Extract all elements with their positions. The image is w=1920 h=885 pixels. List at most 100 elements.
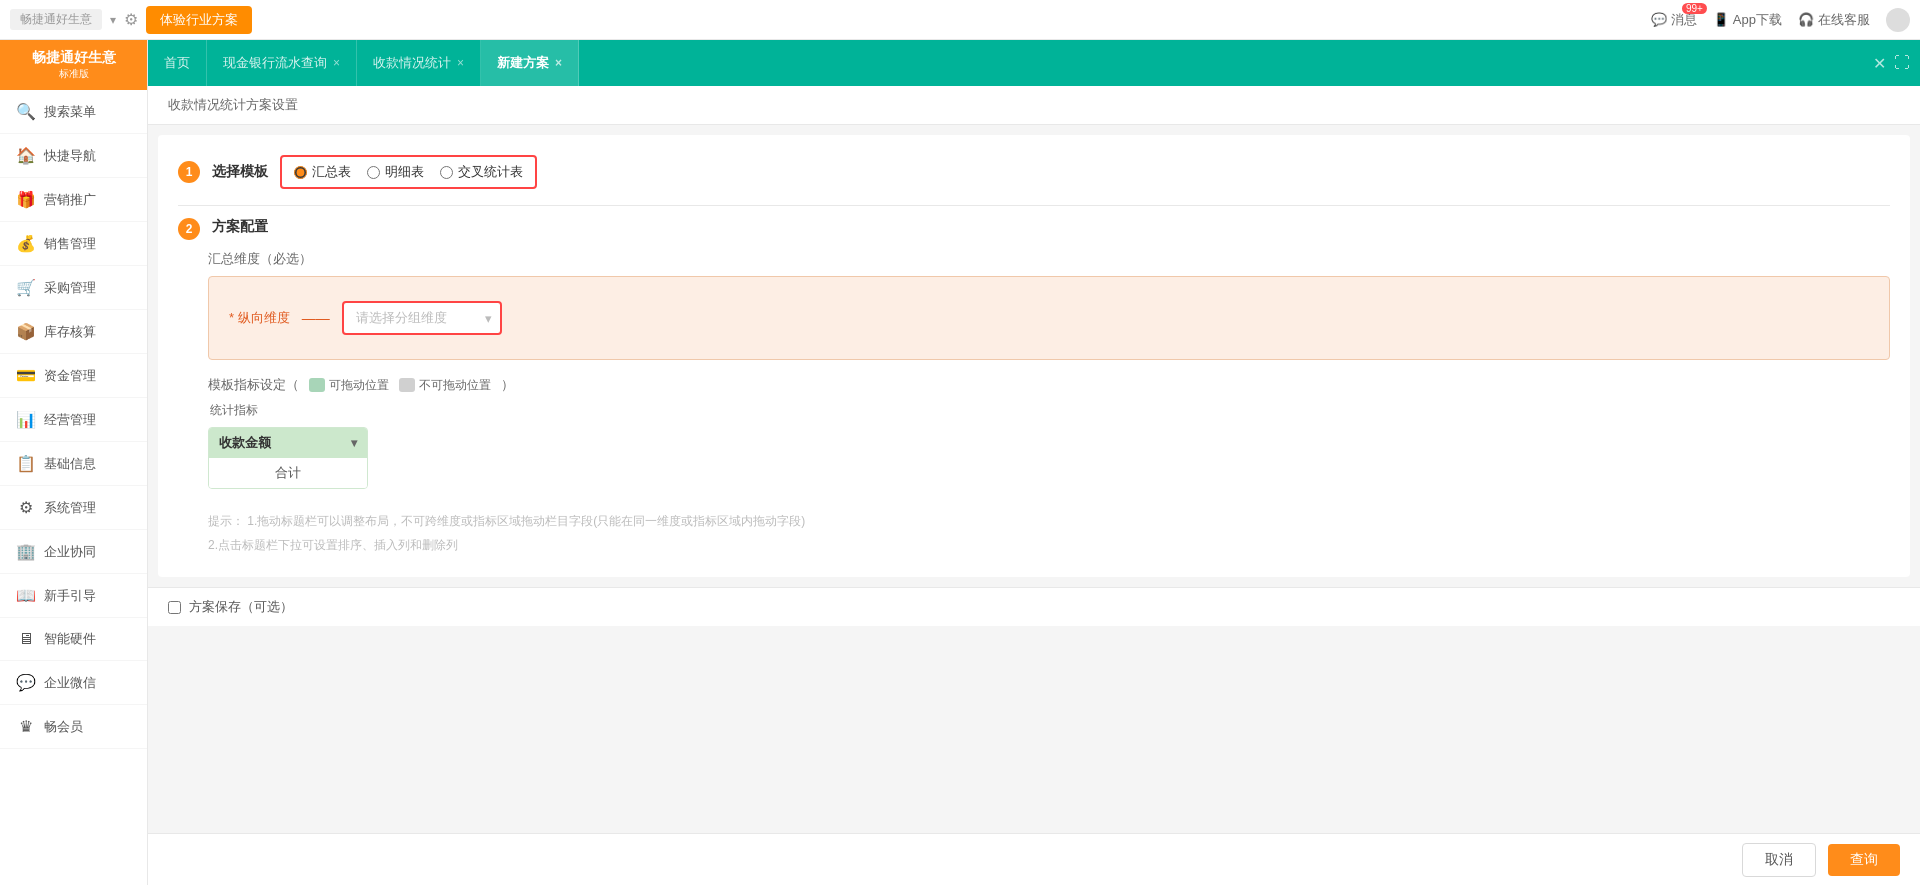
tab-home-label: 首页 [164,54,190,72]
sidebar-item-finance[interactable]: 💳 资金管理 [0,354,147,398]
sidebar-item-base-info[interactable]: 📋 基础信息 [0,442,147,486]
search-menu-icon: 🔍 [16,102,36,121]
sidebar-item-label: 库存核算 [44,323,96,341]
tab-new-plan-close-icon[interactable]: × [555,56,562,70]
corp-icon: 🏢 [16,542,36,561]
sidebar-item-corp[interactable]: 🏢 企业协同 [0,530,147,574]
tab-cashflow-close-icon[interactable]: × [333,56,340,70]
app-download-btn[interactable]: 📱 App下载 [1713,11,1782,29]
message-badge: 99+ [1682,3,1707,14]
sidebar-item-label: 基础信息 [44,455,96,473]
sidebar-item-quick-nav[interactable]: 🏠 快捷导航 [0,134,147,178]
sidebar-item-purchase[interactable]: 🛒 采购管理 [0,266,147,310]
gear-icon[interactable]: ⚙ [124,10,138,29]
avatar[interactable] [1886,8,1910,32]
stat-col-header: 收款金额 [219,434,271,452]
legend-draggable-label: 可拖动位置 [329,377,389,394]
save-row: 方案保存（可选） [148,587,1920,626]
sidebar-item-label: 营销推广 [44,191,96,209]
radio-jiaocha[interactable]: 交叉统计表 [440,163,523,181]
tab-receipt-label: 收款情况统计 [373,54,451,72]
vertical-dim-label: * 纵向维度 [229,309,290,327]
sidebar-item-label: 企业微信 [44,674,96,692]
system-icon: ⚙ [16,498,36,517]
sidebar-item-operation[interactable]: 📊 经营管理 [0,398,147,442]
sidebar-item-hardware[interactable]: 🖥 智能硬件 [0,618,147,661]
main-area: 首页 现金银行流水查询 × 收款情况统计 × 新建方案 × ✕ ⛶ 收 [148,40,1920,885]
step2-row: 2 方案配置 [178,218,1890,240]
step1-row: 1 选择模板 汇总表 明细表 交叉统计表 [178,155,1890,189]
sidebar-item-marketing[interactable]: 🎁 营销推广 [0,178,147,222]
sidebar-item-guide[interactable]: 📖 新手引导 [0,574,147,618]
sidebar-item-label: 销售管理 [44,235,96,253]
sidebar-item-sales[interactable]: 💰 销售管理 [0,222,147,266]
tab-cashflow[interactable]: 现金银行流水查询 × [207,40,357,86]
sidebar-item-inventory[interactable]: 📦 库存核算 [0,310,147,354]
tab-bar-actions: ✕ ⛶ [1873,54,1920,73]
tab-new-plan[interactable]: 新建方案 × [481,40,579,86]
dimension-title: 汇总维度（必选） [208,250,1890,268]
sidebar-item-system[interactable]: ⚙ 系统管理 [0,486,147,530]
save-checkbox-label: 方案保存（可选） [189,598,293,616]
sidebar-logo: 畅捷通好生意 标准版 [0,40,147,90]
tab-receipt-stat[interactable]: 收款情况统计 × [357,40,481,86]
radio-huizong-label: 汇总表 [312,163,351,181]
radio-mingxi-input[interactable] [367,166,380,179]
sidebar-item-label: 畅会员 [44,718,83,736]
sales-icon: 💰 [16,234,36,253]
radio-huizong-input[interactable] [294,166,307,179]
form-section: 1 选择模板 汇总表 明细表 交叉统计表 [158,135,1910,577]
tip-1: 提示： 1.拖动标题栏可以调整布局，不可跨维度或指标区域拖动栏目字段(只能在同一… [208,509,1890,533]
legend-static-box [399,378,415,392]
step1-num: 1 [178,161,200,183]
radio-mingxi-label: 明细表 [385,163,424,181]
sidebar-item-member[interactable]: ♛ 畅会员 [0,705,147,749]
tab-home[interactable]: 首页 [148,40,207,86]
stat-dropdown-icon[interactable]: ▾ [351,436,357,450]
quick-nav-icon: 🏠 [16,146,36,165]
trial-button[interactable]: 体验行业方案 [146,6,252,34]
inventory-icon: 📦 [16,322,36,341]
top-bar: 畅捷通好生意 ▾ ⚙ 体验行业方案 💬 消息 99+ 📱 App下载 🎧 在线客… [0,0,1920,40]
cancel-button[interactable]: 取消 [1742,843,1816,877]
message-btn[interactable]: 💬 消息 99+ [1651,11,1697,29]
close-window-icon[interactable]: ✕ [1873,54,1886,73]
sidebar-item-label: 资金管理 [44,367,96,385]
dimension-box: * 纵向维度 —— 请选择分组维度 [208,276,1890,360]
tips-section: 提示： 1.拖动标题栏可以调整布局，不可跨维度或指标区域拖动栏目字段(只能在同一… [208,509,1890,557]
dim-select[interactable]: 请选择分组维度 [342,301,502,335]
stat-label: 统计指标 [210,402,1890,419]
radio-huizong[interactable]: 汇总表 [294,163,351,181]
member-icon: ♛ [16,717,36,736]
tab-receipt-close-icon[interactable]: × [457,56,464,70]
online-service-btn[interactable]: 🎧 在线客服 [1798,11,1870,29]
legend-draggable: 可拖动位置 [309,377,389,394]
tab-cashflow-label: 现金银行流水查询 [223,54,327,72]
page-header: 收款情况统计方案设置 [148,86,1920,125]
query-button[interactable]: 查询 [1828,844,1900,876]
save-checkbox[interactable] [168,601,181,614]
online-service-label: 在线客服 [1818,11,1870,29]
step1-label: 选择模板 [212,163,268,181]
stat-table-header[interactable]: 收款金额 ▾ [209,428,367,458]
radio-mingxi[interactable]: 明细表 [367,163,424,181]
operation-icon: 📊 [16,410,36,429]
radio-jiaocha-input[interactable] [440,166,453,179]
sidebar-item-label: 快捷导航 [44,147,96,165]
step2-label: 方案配置 [212,218,268,236]
logo-text: 畅捷通好生意 [32,49,116,67]
dim-select-wrap[interactable]: 请选择分组维度 [342,301,502,335]
logo-sub: 标准版 [32,67,116,81]
stat-table: 收款金额 ▾ 合计 [208,427,368,489]
breadcrumb-dropdown-icon[interactable]: ▾ [110,13,116,27]
tip-2: 2.点击标题栏下拉可设置排序、插入列和删除列 [208,533,1890,557]
sidebar-item-search-menu[interactable]: 🔍 搜索菜单 [0,90,147,134]
tab-new-plan-label: 新建方案 [497,54,549,72]
maximize-icon[interactable]: ⛶ [1894,54,1910,72]
indicator-title-suffix: ） [501,376,514,394]
sidebar-item-label: 智能硬件 [44,630,96,648]
radio-jiaocha-label: 交叉统计表 [458,163,523,181]
dimension-subsection: 汇总维度（必选） * 纵向维度 —— 请选择分组维度 [208,250,1890,360]
legend-draggable-box [309,378,325,392]
sidebar-item-wechat[interactable]: 💬 企业微信 [0,661,147,705]
